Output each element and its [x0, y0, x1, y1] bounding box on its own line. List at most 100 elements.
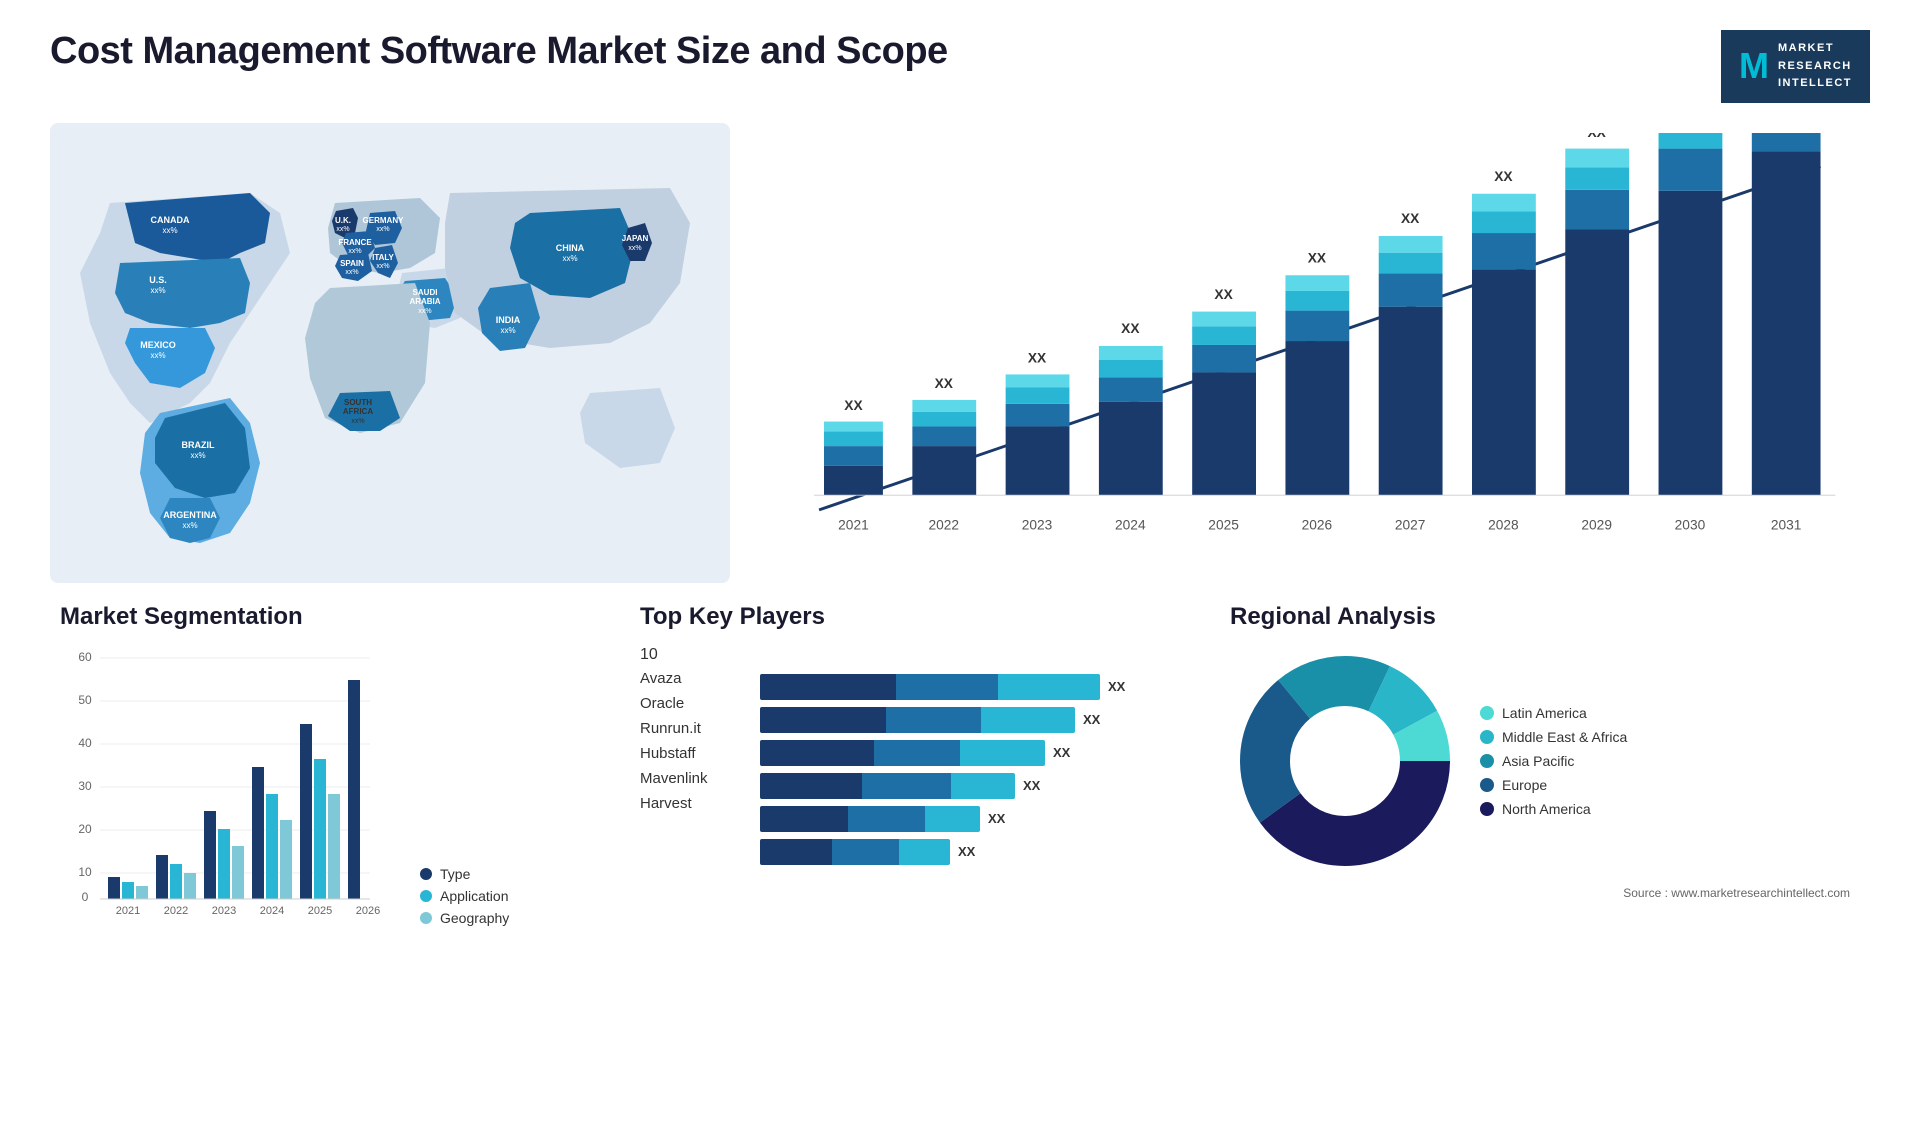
- seg-bar-2025-geo: [328, 794, 340, 899]
- bar-2023-s4: [1006, 374, 1070, 387]
- us-value: xx%: [150, 286, 165, 295]
- bar-2021-s1: [824, 466, 883, 495]
- seg-legend-app: Application: [420, 888, 509, 904]
- seg-year-2025: 2025: [308, 905, 332, 917]
- france-value: xx%: [348, 248, 361, 255]
- regional-title: Regional Analysis: [1230, 603, 1850, 631]
- bar-2024-s2: [1099, 377, 1163, 402]
- seg-legend-type: Type: [420, 866, 509, 882]
- bar-2024-label: XX: [1121, 321, 1140, 336]
- player-runrun: Runrun.it: [640, 720, 740, 737]
- brazil-value: xx%: [190, 451, 205, 460]
- bar-hubstaff-label: XX: [1023, 778, 1040, 793]
- bar-2028-s2: [1472, 233, 1536, 269]
- page-container: Cost Management Software Market Size and…: [0, 0, 1920, 1146]
- seg-bar-2023-geo: [232, 846, 244, 899]
- players-name-list: 10 Avaza Oracle Runrun.it Hubstaff Maven…: [640, 646, 740, 872]
- player-avaza: Avaza: [640, 670, 740, 687]
- year-2022: 2022: [929, 517, 960, 532]
- argentina-value: xx%: [182, 521, 197, 530]
- bar-2026-label: XX: [1308, 250, 1327, 265]
- legend-europe: Europe: [1480, 777, 1627, 793]
- south-africa-label: SOUTH: [344, 398, 372, 407]
- player-harvest: Harvest: [640, 795, 740, 812]
- geo-label: Geography: [440, 910, 509, 926]
- mexico-value: xx%: [150, 351, 165, 360]
- seg-bar-2025-app: [314, 759, 326, 899]
- bar-2025-s3: [1192, 326, 1256, 345]
- seg-bar-2023-type: [204, 811, 216, 899]
- dot-asia: [1480, 754, 1494, 768]
- player-hubstaff: Hubstaff: [640, 745, 740, 762]
- bar-2024-s1: [1099, 402, 1163, 495]
- y-label-30: 30: [78, 779, 92, 793]
- uk-value: xx%: [336, 226, 349, 233]
- legend-north-america: North America: [1480, 801, 1627, 817]
- year-2021: 2021: [838, 517, 869, 532]
- player-oracle: Oracle: [640, 695, 740, 712]
- bar-2022-s4: [912, 400, 976, 412]
- bar-2021-s4: [824, 421, 883, 431]
- argentina-label: ARGENTINA: [163, 510, 217, 520]
- y-label-50: 50: [78, 693, 92, 707]
- player-bar-harvest: XX: [760, 839, 1180, 865]
- players-section: Top Key Players 10 Avaza Oracle Runrun.i…: [620, 603, 1200, 926]
- source-text: Source : www.marketresearchintellect.com: [1230, 886, 1850, 900]
- us-label: U.S.: [149, 275, 167, 285]
- year-2029: 2029: [1581, 517, 1612, 532]
- mexico-label: MEXICO: [140, 340, 176, 350]
- bar-2022-s1: [912, 446, 976, 495]
- bar-2025-s4: [1192, 311, 1256, 326]
- segmentation-chart: 60 50 40 30 20 10 0: [60, 646, 380, 926]
- seg-bar-2022-type: [156, 855, 168, 899]
- seg-bar-2024-app: [266, 794, 278, 899]
- seg-legend-geo: Geography: [420, 910, 509, 926]
- dot-mea: [1480, 730, 1494, 744]
- segmentation-section: Market Segmentation 60 50 40 30 20 10 0: [50, 603, 610, 926]
- bar-2023-label: XX: [1028, 350, 1047, 365]
- japan-label: JAPAN: [622, 234, 649, 243]
- label-north-america: North America: [1502, 801, 1591, 817]
- italy-value: xx%: [376, 263, 389, 270]
- app-label: Application: [440, 888, 509, 904]
- france-label: FRANCE: [338, 238, 372, 247]
- saudi-value: xx%: [418, 308, 431, 315]
- y-label-20: 20: [78, 822, 92, 836]
- seg-bar-2021-geo: [136, 886, 148, 899]
- bar-2025-s2: [1192, 345, 1256, 372]
- japan-value: xx%: [628, 245, 641, 252]
- y-label-40: 40: [78, 736, 92, 750]
- bar-2026-s3: [1285, 291, 1349, 311]
- bar-2030-s2: [1659, 148, 1723, 190]
- spain-value: xx%: [345, 269, 358, 276]
- bar-2031-s2: [1752, 133, 1821, 152]
- type-dot: [420, 868, 432, 880]
- growth-chart-section: XX 2021 XX 2022 XX 2023: [750, 123, 1870, 583]
- year-2023: 2023: [1022, 517, 1053, 532]
- seg-bar-2022-app: [170, 864, 182, 899]
- bar-2021-label: XX: [844, 398, 863, 413]
- bar-2029-label: XX: [1588, 133, 1607, 140]
- players-bars: XX XX: [760, 646, 1180, 872]
- label-latin-america: Latin America: [1502, 705, 1587, 721]
- year-2030: 2030: [1675, 517, 1706, 532]
- regional-section: Regional Analysis: [1210, 603, 1870, 926]
- china-value: xx%: [562, 254, 577, 263]
- header: Cost Management Software Market Size and…: [50, 30, 1870, 103]
- type-label: Type: [440, 866, 470, 882]
- player-bar-avaza: XX: [760, 674, 1180, 700]
- south-africa-value: xx%: [351, 418, 364, 425]
- bar-2022-label: XX: [935, 376, 954, 391]
- year-2031: 2031: [1771, 517, 1802, 532]
- seg-year-2022: 2022: [164, 905, 188, 917]
- bar-2025-s1: [1192, 372, 1256, 495]
- logo-text: MARKET RESEARCH INTELLECT: [1778, 40, 1852, 93]
- canada-value: xx%: [162, 226, 177, 235]
- logo-box: M MARKET RESEARCH INTELLECT: [1721, 30, 1870, 103]
- logo-letter: M: [1739, 48, 1770, 84]
- seg-legend: Type Application Geography: [420, 866, 509, 926]
- bar-2023-s2: [1006, 404, 1070, 427]
- bar-2023-s1: [1006, 426, 1070, 495]
- bar-2027-s2: [1379, 273, 1443, 306]
- bar-2027-s3: [1379, 252, 1443, 273]
